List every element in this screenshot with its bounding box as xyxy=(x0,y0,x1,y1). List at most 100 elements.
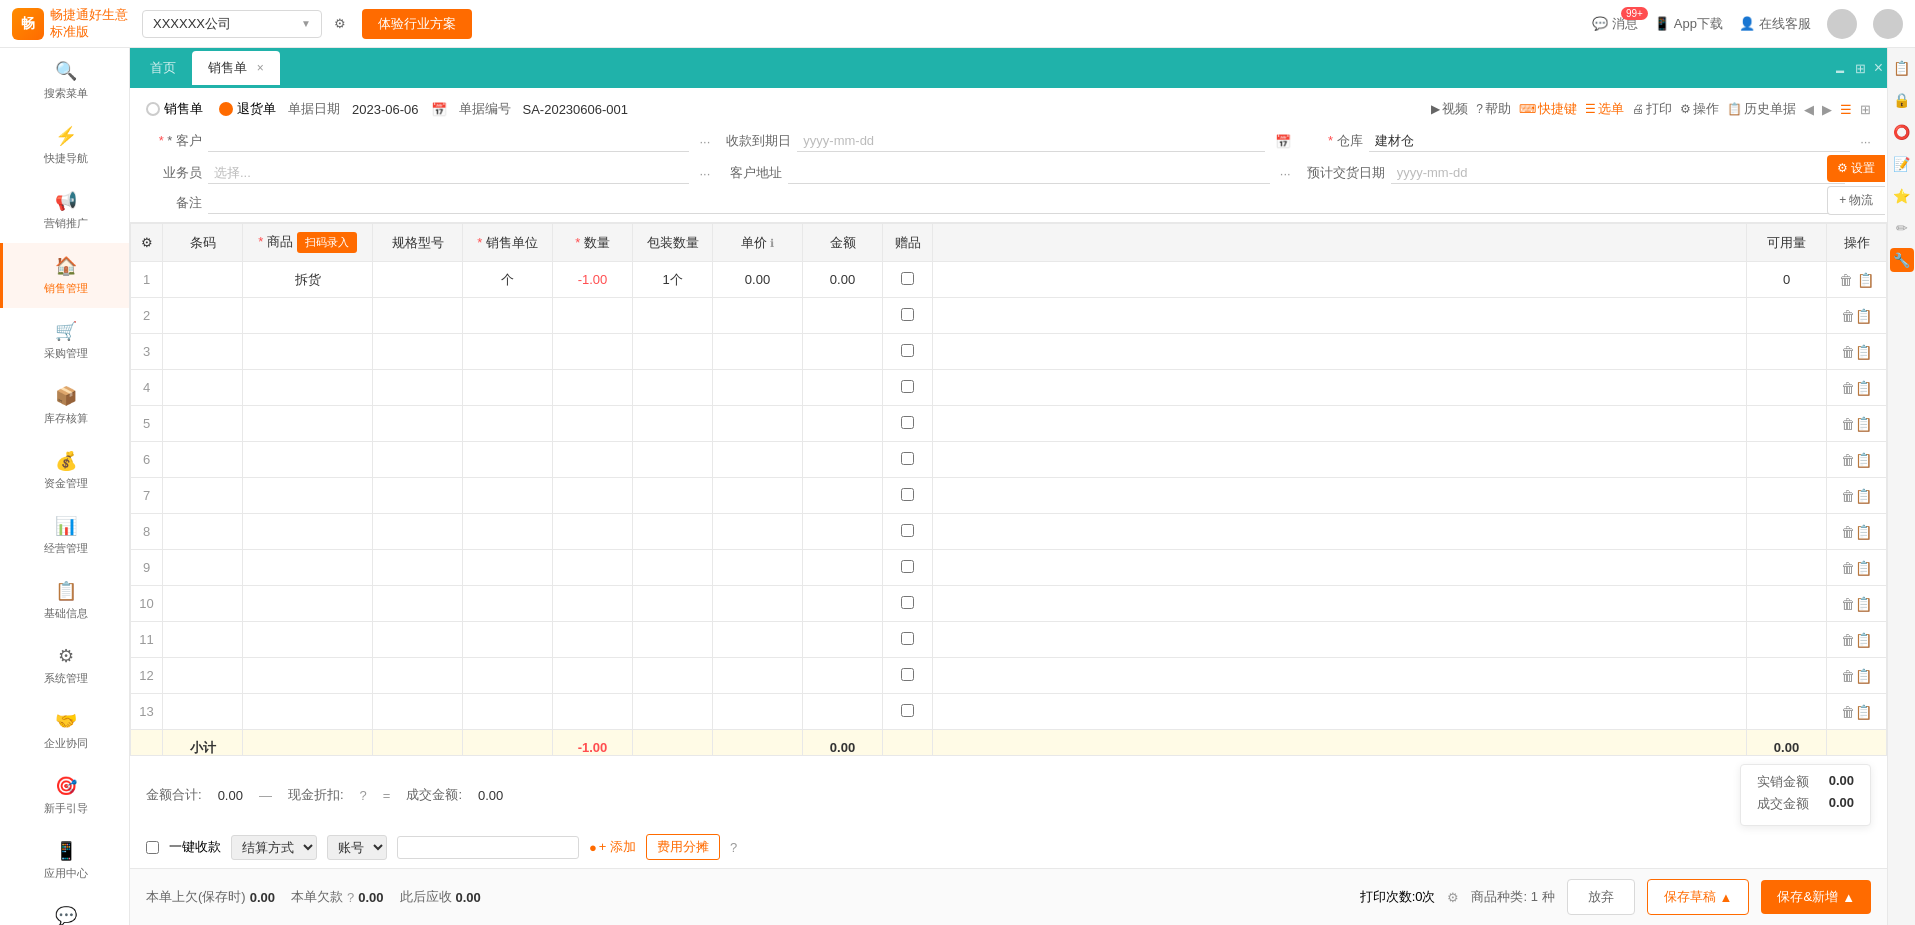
company-settings-icon[interactable]: ⚙ xyxy=(330,12,350,35)
save-draft-button[interactable]: 保存草稿 ▲ xyxy=(1647,879,1750,915)
customer-more-icon[interactable]: ··· xyxy=(699,134,710,149)
right-panel-icon-7[interactable]: 🔧 xyxy=(1890,248,1914,272)
payment-due-input[interactable] xyxy=(797,130,1264,152)
right-panel-icon-6[interactable]: ✏ xyxy=(1890,216,1914,240)
col-settings-header[interactable]: ⚙ xyxy=(131,224,163,262)
right-panel-icon-3[interactable]: ⭕ xyxy=(1890,120,1914,144)
sidebar-item-sales[interactable]: 🏠 销售管理 xyxy=(0,243,129,308)
logistics-button[interactable]: + 物流 xyxy=(1827,186,1885,215)
copy-icon-1[interactable]: 📋 xyxy=(1857,272,1874,288)
sidebar-item-operations[interactable]: 📊 经营管理 xyxy=(0,503,129,568)
sidebar-item-enterprise[interactable]: 🤝 企业协同 xyxy=(0,698,129,763)
calendar-icon[interactable]: 📅 xyxy=(431,102,447,117)
salesperson-more-icon[interactable]: ··· xyxy=(699,166,710,181)
copy-icon[interactable]: 📋 xyxy=(1855,488,1872,504)
barcode-1[interactable] xyxy=(163,262,243,298)
online-service-button[interactable]: 👤 在线客服 xyxy=(1739,15,1811,33)
debit-info-icon[interactable]: ? xyxy=(347,890,354,905)
right-panel-icon-5[interactable]: ⭐ xyxy=(1890,184,1914,208)
sidebar-item-search[interactable]: 🔍 搜索菜单 xyxy=(0,48,129,113)
copy-icon[interactable]: 📋 xyxy=(1855,416,1872,432)
history-action[interactable]: 📋 历史单据 xyxy=(1727,100,1796,118)
scan-button[interactable]: 扫码录入 xyxy=(297,232,357,253)
sidebar-item-system[interactable]: ⚙ 系统管理 xyxy=(0,633,129,698)
copy-icon[interactable]: 📋 xyxy=(1855,632,1872,648)
right-panel-icon-4[interactable]: 📝 xyxy=(1890,152,1914,176)
tab-maximize-icon[interactable]: ⊞ xyxy=(1855,61,1866,76)
notes-1[interactable] xyxy=(933,262,1747,298)
sidebar-item-guide[interactable]: 🎯 新手引导 xyxy=(0,763,129,828)
unit-price-1[interactable]: 0.00 xyxy=(713,262,803,298)
print-action[interactable]: 🖨 打印 xyxy=(1632,100,1672,118)
pkg-qty-1[interactable]: 1个 xyxy=(633,262,713,298)
spec-1[interactable] xyxy=(373,262,463,298)
copy-icon[interactable]: 📋 xyxy=(1855,308,1872,324)
tab-sales-order[interactable]: 销售单 × xyxy=(192,51,280,85)
delete-icon[interactable]: 🗑 xyxy=(1841,560,1855,576)
nav-prev-icon[interactable]: ◀ xyxy=(1804,102,1814,117)
avatar2[interactable] xyxy=(1873,9,1903,39)
customer-address-input[interactable] xyxy=(788,162,1269,184)
right-panel-icon-2[interactable]: 🔒 xyxy=(1890,88,1914,112)
grid-view-icon[interactable]: ⊞ xyxy=(1860,102,1871,117)
sidebar-item-purchase[interactable]: 🛒 采购管理 xyxy=(0,308,129,373)
radio-return-order[interactable]: 退货单 xyxy=(219,100,276,118)
warehouse-input[interactable] xyxy=(1369,130,1850,152)
delete-icon[interactable]: 🗑 xyxy=(1841,524,1855,540)
save-new-button[interactable]: 保存&新增 ▲ xyxy=(1761,880,1871,914)
tab-close-all-icon[interactable]: × xyxy=(1874,59,1883,77)
fee-split-button[interactable]: 费用分摊 xyxy=(646,834,720,860)
copy-icon[interactable]: 📋 xyxy=(1855,452,1872,468)
amount-1[interactable]: 0.00 xyxy=(803,262,883,298)
video-action[interactable]: ▶ 视频 xyxy=(1431,100,1468,118)
customer-input[interactable] xyxy=(208,130,689,152)
nav-next-icon[interactable]: ▶ xyxy=(1822,102,1832,117)
delete-icon[interactable]: 🗑 xyxy=(1841,380,1855,396)
delete-icon[interactable]: 🗑 xyxy=(1841,488,1855,504)
address-more-icon[interactable]: ··· xyxy=(1280,166,1291,181)
sidebar-item-marketing[interactable]: 📢 营销推广 xyxy=(0,178,129,243)
print-settings-icon[interactable]: ⚙ xyxy=(1447,890,1459,905)
delete-icon[interactable]: 🗑 xyxy=(1841,668,1855,684)
discount-info-icon[interactable]: ? xyxy=(360,788,367,803)
delete-icon-1[interactable]: 🗑 xyxy=(1839,272,1853,288)
warehouse-more-icon[interactable]: ··· xyxy=(1860,134,1871,149)
gift-1[interactable] xyxy=(883,262,933,298)
account-select[interactable]: 账号 xyxy=(327,835,387,860)
unit-1[interactable]: 个 xyxy=(463,262,553,298)
copy-icon[interactable]: 📋 xyxy=(1855,668,1872,684)
company-selector[interactable]: XXXXXX公司 ▼ xyxy=(142,10,322,38)
note-input[interactable] xyxy=(208,192,1871,214)
app-download-button[interactable]: 📱 App下载 xyxy=(1654,15,1723,33)
delete-icon[interactable]: 🗑 xyxy=(1841,596,1855,612)
payment-due-calendar-icon[interactable]: 📅 xyxy=(1275,134,1291,149)
trial-button[interactable]: 体验行业方案 xyxy=(362,9,472,39)
delete-icon[interactable]: 🗑 xyxy=(1841,632,1855,648)
radio-sales-order[interactable]: 销售单 xyxy=(146,100,203,118)
tab-home[interactable]: 首页 xyxy=(134,51,192,85)
delete-icon[interactable]: 🗑 xyxy=(1841,452,1855,468)
amount-input[interactable] xyxy=(397,836,579,859)
delivery-date-input[interactable] xyxy=(1391,162,1845,184)
operations-action[interactable]: ⚙ 操作 xyxy=(1680,100,1719,118)
settings-button[interactable]: ⚙ 设置 xyxy=(1827,155,1885,182)
copy-icon[interactable]: 📋 xyxy=(1855,596,1872,612)
shortcuts-action[interactable]: ⌨ 快捷键 xyxy=(1519,100,1577,118)
product-1[interactable]: 拆货 xyxy=(243,262,373,298)
calc-method-select[interactable]: 结算方式 xyxy=(231,835,317,860)
sidebar-item-wechat[interactable]: 💬 企业微信 xyxy=(0,893,129,925)
delete-icon[interactable]: 🗑 xyxy=(1841,704,1855,720)
abandon-button[interactable]: 放弃 xyxy=(1567,879,1635,915)
one-click-payment-checkbox[interactable] xyxy=(146,841,159,854)
sidebar-item-basic-info[interactable]: 📋 基础信息 xyxy=(0,568,129,633)
avatar[interactable] xyxy=(1827,9,1857,39)
delete-icon[interactable]: 🗑 xyxy=(1841,416,1855,432)
sidebar-item-app-center[interactable]: 📱 应用中心 xyxy=(0,828,129,893)
sidebar-item-finance[interactable]: 💰 资金管理 xyxy=(0,438,129,503)
fee-split-help-icon[interactable]: ? xyxy=(730,840,737,855)
right-panel-icon-1[interactable]: 📋 xyxy=(1890,56,1914,80)
help-action[interactable]: ? 帮助 xyxy=(1476,100,1511,118)
copy-icon[interactable]: 📋 xyxy=(1855,524,1872,540)
tab-close-icon[interactable]: × xyxy=(257,61,264,75)
copy-icon[interactable]: 📋 xyxy=(1855,704,1872,720)
